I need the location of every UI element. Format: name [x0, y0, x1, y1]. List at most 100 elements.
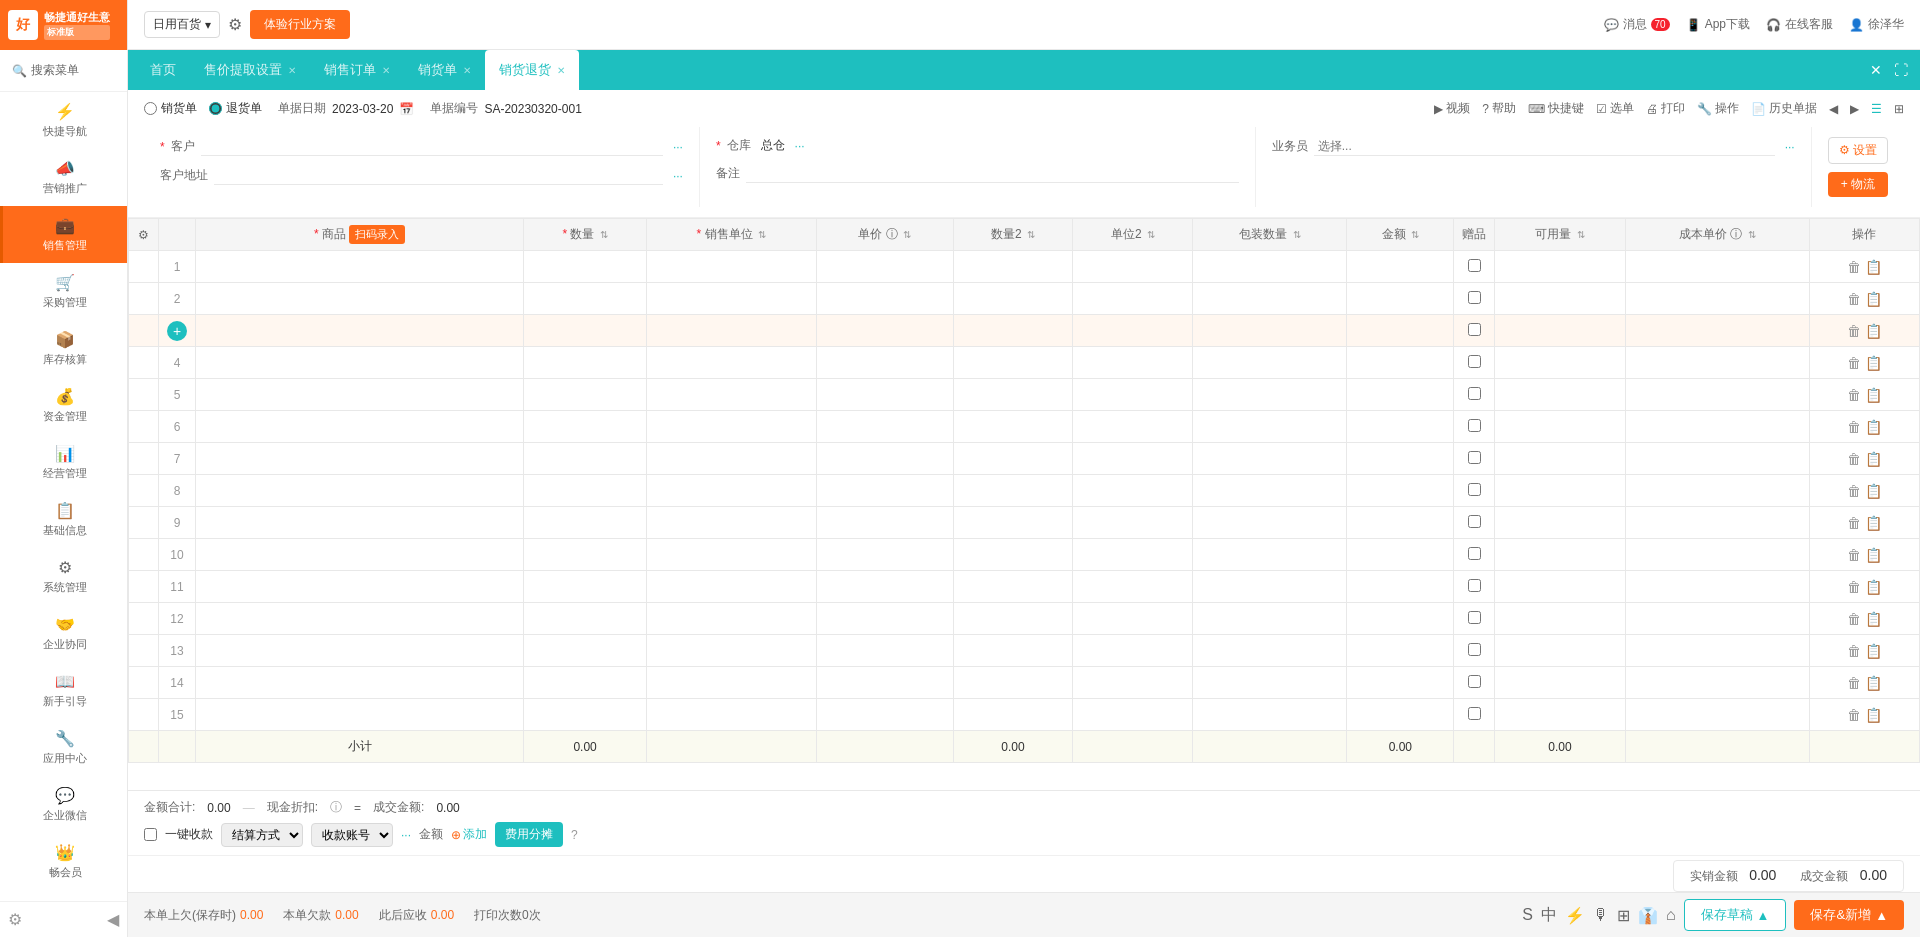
row-8-qty2[interactable]	[953, 475, 1073, 507]
row-1-pkg-qty[interactable]	[1193, 251, 1347, 283]
row-13-product[interactable]	[196, 635, 524, 667]
row-11-unit2[interactable]	[1073, 571, 1193, 603]
tab-sales-note[interactable]: 销货单 ✕	[404, 50, 485, 90]
topbar-gear-icon[interactable]: ⚙	[228, 15, 242, 34]
row-4-gift-checkbox[interactable]	[1468, 355, 1481, 368]
row-2-qty[interactable]	[524, 283, 647, 315]
print-button[interactable]: 🖨 打印	[1646, 100, 1685, 117]
row-4-qty2[interactable]	[953, 347, 1073, 379]
row-15-amount[interactable]	[1347, 699, 1454, 731]
sidebar-item-guide[interactable]: 📖 新手引导	[0, 662, 127, 719]
radio-return-input[interactable]	[209, 102, 222, 115]
row-15-product[interactable]	[196, 699, 524, 731]
row-12-price[interactable]	[816, 603, 953, 635]
setting-button[interactable]: ⚙ 设置	[1828, 137, 1888, 164]
row-7-amount[interactable]	[1347, 443, 1454, 475]
row-1-qty2[interactable]	[953, 251, 1073, 283]
row-15-unit[interactable]	[646, 699, 816, 731]
row-12-unit2[interactable]	[1073, 603, 1193, 635]
sidebar-item-system[interactable]: ⚙ 系统管理	[0, 548, 127, 605]
row-2-amount[interactable]	[1347, 283, 1454, 315]
row-6-delete-button[interactable]: 🗑	[1845, 417, 1863, 437]
row-14-unit[interactable]	[646, 667, 816, 699]
expand-tab-button[interactable]: ⛶	[1890, 58, 1912, 82]
row-4-pkg-qty[interactable]	[1193, 347, 1347, 379]
row-6-amount[interactable]	[1347, 411, 1454, 443]
customer-address-input[interactable]	[214, 166, 663, 185]
row-4-product[interactable]	[196, 347, 524, 379]
row-7-qty2[interactable]	[953, 443, 1073, 475]
customer-input[interactable]	[201, 137, 663, 156]
row-7-pkg-qty[interactable]	[1193, 443, 1347, 475]
row-12-qty2[interactable]	[953, 603, 1073, 635]
row-10-unit[interactable]	[646, 539, 816, 571]
sidebar-item-finance[interactable]: 💰 资金管理	[0, 377, 127, 434]
tab-sales-order[interactable]: 销售订单 ✕	[310, 50, 404, 90]
save-draft-button[interactable]: 保存草稿 ▲	[1684, 899, 1787, 931]
row-7-product[interactable]	[196, 443, 524, 475]
row-14-amount[interactable]	[1347, 667, 1454, 699]
row-10-copy-button[interactable]: 📋	[1863, 545, 1884, 565]
row-11-product[interactable]	[196, 571, 524, 603]
one-key-collect-checkbox[interactable]	[144, 828, 157, 841]
row-7-price[interactable]	[816, 443, 953, 475]
row-15-unit2[interactable]	[1073, 699, 1193, 731]
row-14-delete-button[interactable]: 🗑	[1845, 673, 1863, 693]
salesperson-input[interactable]	[1314, 137, 1775, 156]
row-9-copy-button[interactable]: 📋	[1863, 513, 1884, 533]
row-4-qty[interactable]	[524, 347, 647, 379]
row-13-qty[interactable]	[524, 635, 647, 667]
radio-return[interactable]: 退货单	[209, 100, 262, 117]
row-9-pkg-qty[interactable]	[1193, 507, 1347, 539]
row-13-amount[interactable]	[1347, 635, 1454, 667]
row-3-qty2[interactable]	[953, 315, 1073, 347]
row-4-delete-button[interactable]: 🗑	[1845, 353, 1863, 373]
fee-split-button[interactable]: 费用分摊	[495, 822, 563, 847]
row-13-delete-button[interactable]: 🗑	[1845, 641, 1863, 661]
row-13-price[interactable]	[816, 635, 953, 667]
row-14-unit2[interactable]	[1073, 667, 1193, 699]
row-14-qty[interactable]	[524, 667, 647, 699]
row-1-unit[interactable]	[646, 251, 816, 283]
row-9-gift-checkbox[interactable]	[1468, 515, 1481, 528]
row-6-unit[interactable]	[646, 411, 816, 443]
row-15-price[interactable]	[816, 699, 953, 731]
history-button[interactable]: 📄 历史单据	[1751, 100, 1817, 117]
row-7-qty[interactable]	[524, 443, 647, 475]
row-12-unit[interactable]	[646, 603, 816, 635]
tab-sales-return[interactable]: 销货退货 ✕	[485, 50, 579, 90]
tab-price-settings[interactable]: 售价提取设置 ✕	[190, 50, 310, 90]
shortcut-button[interactable]: ⌨ 快捷键	[1528, 100, 1584, 117]
row-11-gift-checkbox[interactable]	[1468, 579, 1481, 592]
module-selector[interactable]: 日用百货 ▾	[144, 11, 220, 38]
row-10-amount[interactable]	[1347, 539, 1454, 571]
row-6-gift-checkbox[interactable]	[1468, 419, 1481, 432]
row-5-qty2[interactable]	[953, 379, 1073, 411]
online-service-button[interactable]: 🎧 在线客服	[1766, 16, 1833, 33]
radio-sales-note-input[interactable]	[144, 102, 157, 115]
row-4-unit2[interactable]	[1073, 347, 1193, 379]
sidebar-item-wechat[interactable]: 💬 企业微信	[0, 776, 127, 833]
trial-button[interactable]: 体验行业方案	[250, 10, 350, 39]
row-3-unit2[interactable]	[1073, 315, 1193, 347]
video-button[interactable]: ▶ 视频	[1434, 100, 1470, 117]
account-dots[interactable]: ···	[401, 828, 411, 842]
row-11-amount[interactable]	[1347, 571, 1454, 603]
row-10-qty[interactable]	[524, 539, 647, 571]
row-8-unit2[interactable]	[1073, 475, 1193, 507]
row-6-qty2[interactable]	[953, 411, 1073, 443]
row-10-pkg-qty[interactable]	[1193, 539, 1347, 571]
row-14-product[interactable]	[196, 667, 524, 699]
row-1-delete-button[interactable]: 🗑	[1845, 257, 1863, 277]
row-7-gift-checkbox[interactable]	[1468, 451, 1481, 464]
row-2-copy-button[interactable]: 📋	[1863, 289, 1884, 309]
app-download-button[interactable]: 📱 App下载	[1686, 16, 1750, 33]
row-10-price[interactable]	[816, 539, 953, 571]
row-8-price[interactable]	[816, 475, 953, 507]
operation-button[interactable]: 🔧 操作	[1697, 100, 1739, 117]
row-2-unit2[interactable]	[1073, 283, 1193, 315]
row-8-unit[interactable]	[646, 475, 816, 507]
row-7-copy-button[interactable]: 📋	[1863, 449, 1884, 469]
row-13-unit[interactable]	[646, 635, 816, 667]
save-new-button[interactable]: 保存&新增 ▲	[1794, 900, 1904, 930]
